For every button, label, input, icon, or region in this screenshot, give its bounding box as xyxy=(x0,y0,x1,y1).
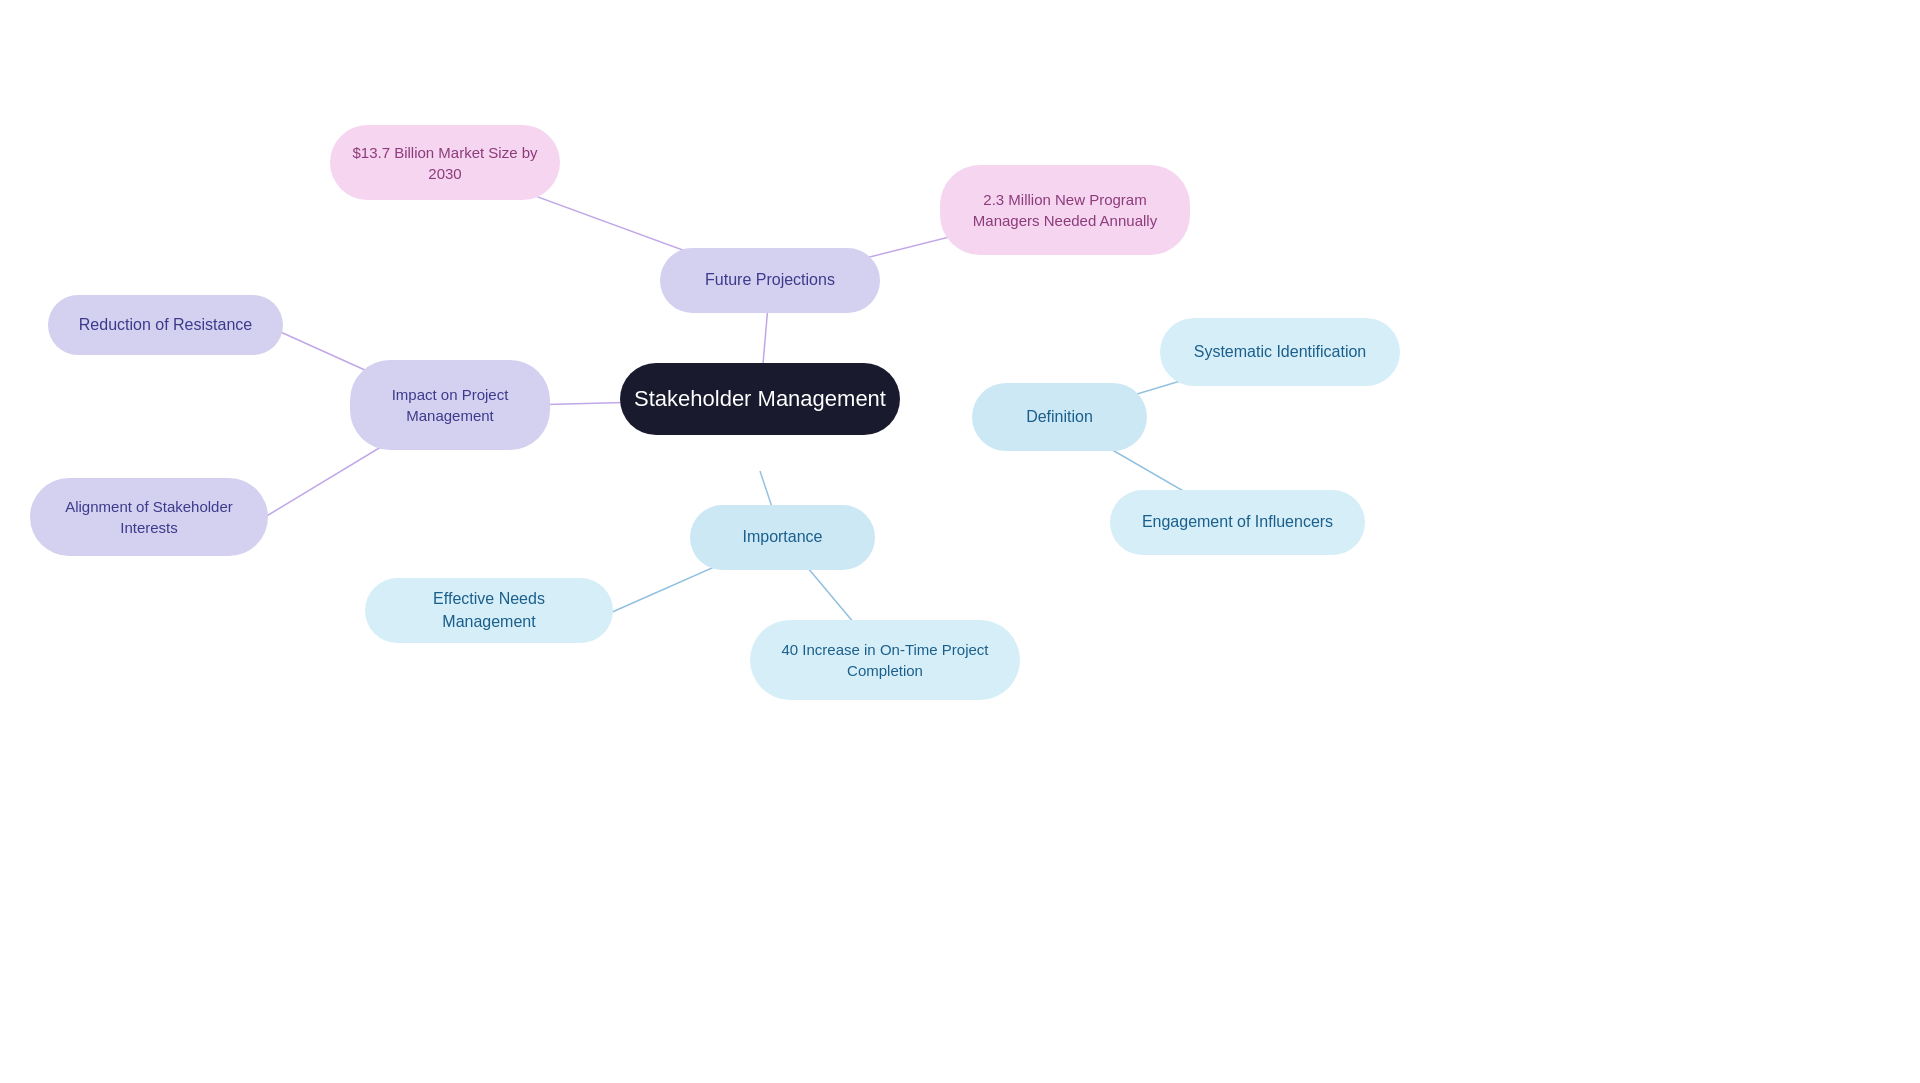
definition-node: Definition xyxy=(972,383,1147,451)
program-managers-node: 2.3 Million New Program Managers Needed … xyxy=(940,165,1190,255)
engagement-node: Engagement of Influencers xyxy=(1110,490,1365,555)
definition-label: Definition xyxy=(1026,406,1093,428)
future-projections-node: Future Projections xyxy=(660,248,880,313)
systematic-label: Systematic Identification xyxy=(1194,341,1367,363)
impact-label: Impact on Project Management xyxy=(370,384,530,426)
on-time-label: 40 Increase in On-Time Project Completio… xyxy=(770,639,1000,681)
importance-node: Importance xyxy=(690,505,875,570)
alignment-label: Alignment of Stakeholder Interests xyxy=(50,496,248,538)
center-node: Stakeholder Management xyxy=(620,363,900,435)
alignment-node: Alignment of Stakeholder Interests xyxy=(30,478,268,556)
effective-needs-node: Effective Needs Management xyxy=(365,578,613,643)
engagement-label: Engagement of Influencers xyxy=(1142,511,1333,533)
impact-node: Impact on Project Management xyxy=(350,360,550,450)
future-projections-label: Future Projections xyxy=(705,269,835,291)
program-managers-label: 2.3 Million New Program Managers Needed … xyxy=(960,189,1170,231)
systematic-node: Systematic Identification xyxy=(1160,318,1400,386)
on-time-node: 40 Increase in On-Time Project Completio… xyxy=(750,620,1020,700)
importance-label: Importance xyxy=(742,526,822,548)
market-size-node: $13.7 Billion Market Size by 2030 xyxy=(330,125,560,200)
reduction-node: Reduction of Resistance xyxy=(48,295,283,355)
reduction-label: Reduction of Resistance xyxy=(79,314,252,336)
market-size-label: $13.7 Billion Market Size by 2030 xyxy=(350,142,540,184)
center-node-label: Stakeholder Management xyxy=(634,386,886,412)
effective-needs-label: Effective Needs Management xyxy=(385,588,593,633)
